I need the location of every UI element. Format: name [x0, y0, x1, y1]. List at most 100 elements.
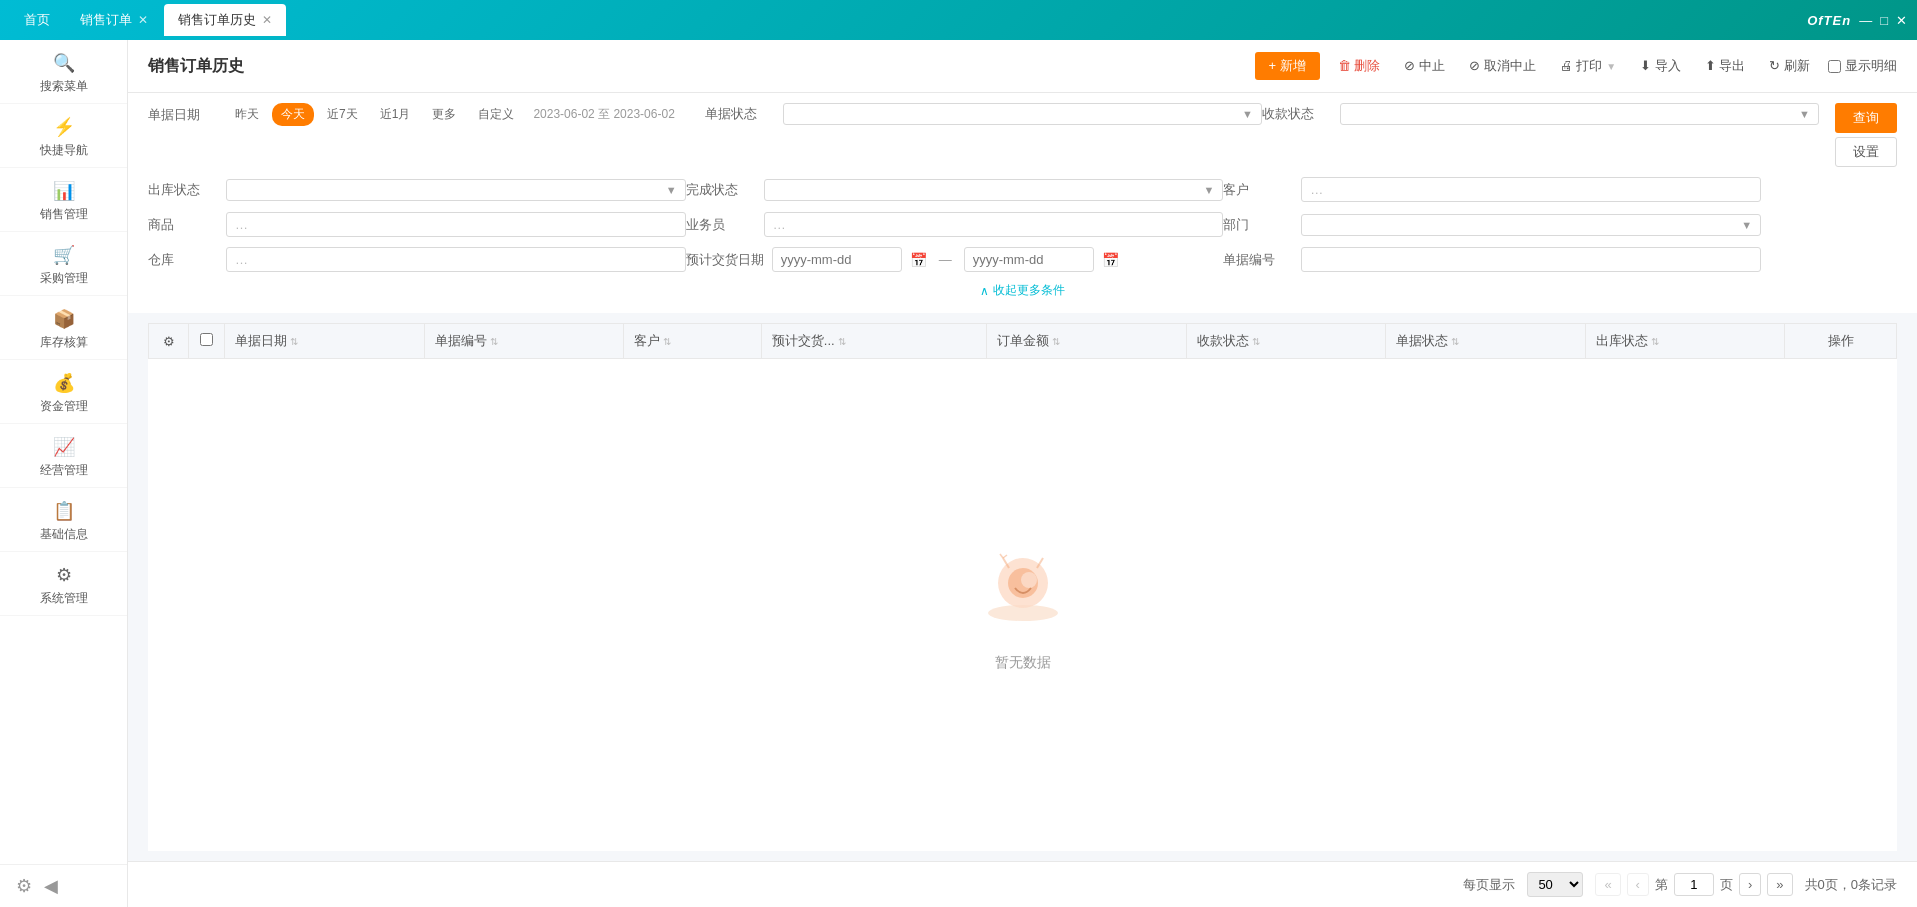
sidebar-item-purchase[interactable]: 🛒 采购管理	[0, 232, 127, 296]
delivery-date-label: 预计交货日期	[686, 251, 764, 269]
sidebar-item-quick-nav[interactable]: ⚡ 快捷导航	[0, 104, 127, 168]
minimize-button[interactable]: —	[1859, 13, 1872, 28]
tab-home[interactable]: 首页	[10, 4, 64, 36]
page-title-row: 销售订单历史 + 新增 🗑 删除 ⊘ 中止 ⊘ 取消中止 🖨 打印 ▼ ⬇ 导入…	[148, 52, 1897, 80]
date-btn-custom[interactable]: 自定义	[469, 103, 523, 126]
settings-th-icon[interactable]: ⚙	[163, 334, 175, 349]
svg-line-7	[1000, 554, 1003, 558]
payment-status-select[interactable]: ▼	[1340, 103, 1819, 125]
th-no[interactable]: 单据编号⇅	[424, 324, 624, 359]
th-no-label: 单据编号	[435, 332, 487, 350]
sidebar-item-fund[interactable]: 💰 资金管理	[0, 360, 127, 424]
print-button[interactable]: 🖨 打印 ▼	[1554, 53, 1623, 79]
first-page-button[interactable]: «	[1595, 873, 1620, 896]
query-button[interactable]: 查询	[1835, 103, 1897, 133]
th-payment-status[interactable]: 收款状态⇅	[1186, 324, 1386, 359]
dept-select[interactable]: ▼	[1301, 214, 1761, 236]
sidebar-item-inventory[interactable]: 📦 库存核算	[0, 296, 127, 360]
sidebar-item-fund-label: 资金管理	[40, 398, 88, 415]
filter-area: 单据日期 昨天 今天 近7天 近1月 更多 自定义 2023-06-02 至 2…	[128, 93, 1917, 313]
th-actions-label: 操作	[1828, 333, 1854, 348]
close-window-button[interactable]: ✕	[1896, 13, 1907, 28]
th-date[interactable]: 单据日期⇅	[225, 324, 425, 359]
new-button[interactable]: + 新增	[1255, 52, 1320, 80]
salesperson-input[interactable]: …	[764, 212, 1224, 237]
date-btn-1month[interactable]: 近1月	[371, 103, 420, 126]
sidebar-item-search-menu[interactable]: 🔍 搜索菜单	[0, 40, 127, 104]
date-dash: —	[939, 252, 952, 267]
th-order-status[interactable]: 单据状态⇅	[1386, 324, 1586, 359]
sidebar-settings-icon[interactable]: ⚙	[16, 875, 32, 897]
setting-button[interactable]: 设置	[1835, 137, 1897, 167]
import-button[interactable]: ⬇ 导入	[1634, 53, 1687, 79]
tab-sales-order[interactable]: 销售订单 ✕	[66, 4, 162, 36]
status-label: 单据状态	[705, 105, 775, 123]
total-text: 共0页，0条记录	[1805, 876, 1897, 894]
complete-status-select[interactable]: ▼	[764, 179, 1224, 201]
tab-sales-order-close[interactable]: ✕	[138, 13, 148, 27]
th-payment-status-label: 收款状态	[1197, 332, 1249, 350]
sidebar-item-sales-label: 销售管理	[40, 206, 88, 223]
date-btn-yesterday[interactable]: 昨天	[226, 103, 268, 126]
display-detail-checkbox[interactable]: 显示明细	[1828, 57, 1897, 75]
next-page-button[interactable]: ›	[1739, 873, 1761, 896]
sidebar-item-operation-label: 经营管理	[40, 462, 88, 479]
page-footer: 每页显示 50 10 20 100 « ‹ 第 页 › » 共0页，0条记录	[128, 861, 1917, 907]
th-amount-label: 订单金额	[997, 332, 1049, 350]
delivery-date-to[interactable]	[964, 247, 1094, 272]
display-detail-input[interactable]	[1828, 60, 1841, 73]
sidebar-collapse-icon[interactable]: ◀	[44, 875, 58, 897]
delivery-date-from[interactable]	[772, 247, 902, 272]
warehouse-input[interactable]: …	[226, 247, 686, 272]
th-customer-label: 客户	[634, 332, 660, 350]
select-all-checkbox[interactable]	[200, 333, 213, 346]
delete-button[interactable]: 🗑 删除	[1332, 53, 1387, 79]
th-amount[interactable]: 订单金额⇅	[987, 324, 1187, 359]
goods-label: 商品	[148, 216, 218, 234]
checkbox-th[interactable]	[189, 324, 225, 359]
refresh-button[interactable]: ↻ 刷新	[1763, 53, 1816, 79]
sidebar-bottom: ⚙ ◀	[0, 864, 127, 907]
sidebar-item-system-label: 系统管理	[40, 590, 88, 607]
per-page-select[interactable]: 50 10 20 100	[1527, 872, 1583, 897]
sidebar-item-basic-label: 基础信息	[40, 526, 88, 543]
tab-sales-history-close[interactable]: ✕	[262, 13, 272, 27]
page-label-suffix: 页	[1720, 876, 1733, 894]
date-btn-7days[interactable]: 近7天	[318, 103, 367, 126]
prev-page-button[interactable]: ‹	[1627, 873, 1649, 896]
collapse-label: 收起更多条件	[993, 282, 1065, 299]
tab-sales-history[interactable]: 销售订单历史 ✕	[164, 4, 286, 36]
sidebar-item-system[interactable]: ⚙ 系统管理	[0, 552, 127, 616]
sidebar-item-operation[interactable]: 📈 经营管理	[0, 424, 127, 488]
last-page-button[interactable]: »	[1767, 873, 1792, 896]
collapse-row[interactable]: ∧ 收起更多条件	[148, 278, 1897, 303]
stop-button[interactable]: ⊘ 中止	[1398, 53, 1451, 79]
customer-input[interactable]: …	[1301, 177, 1761, 202]
order-no-input[interactable]	[1301, 247, 1761, 272]
sidebar-item-purchase-label: 采购管理	[40, 270, 88, 287]
th-customer[interactable]: 客户⇅	[624, 324, 762, 359]
sidebar: 🔍 搜索菜单 ⚡ 快捷导航 📊 销售管理 🛒 采购管理 📦 库存核算 💰 资金管…	[0, 40, 128, 907]
calendar-from-icon[interactable]: 📅	[910, 252, 927, 268]
settings-th[interactable]: ⚙	[149, 324, 189, 359]
empty-state: 暂无数据	[148, 359, 1897, 851]
sales-icon: 📊	[53, 180, 75, 202]
sidebar-item-sales[interactable]: 📊 销售管理	[0, 168, 127, 232]
page-input[interactable]	[1674, 873, 1714, 896]
table-area: ⚙ 单据日期⇅ 单据编号⇅ 客户⇅	[128, 313, 1917, 861]
th-delivery[interactable]: 预计交货...⇅	[761, 324, 986, 359]
basic-info-icon: 📋	[53, 500, 75, 522]
page-title: 销售订单历史	[148, 56, 244, 77]
sidebar-item-basic-info[interactable]: 📋 基础信息	[0, 488, 127, 552]
main-layout: 🔍 搜索菜单 ⚡ 快捷导航 📊 销售管理 🛒 采购管理 📦 库存核算 💰 资金管…	[0, 40, 1917, 907]
order-status-select[interactable]: ▼	[783, 103, 1262, 125]
date-btn-more[interactable]: 更多	[423, 103, 465, 126]
goods-input[interactable]: …	[226, 212, 686, 237]
maximize-button[interactable]: □	[1880, 13, 1888, 28]
date-btn-today[interactable]: 今天	[272, 103, 314, 126]
delivery-status-select[interactable]: ▼	[226, 179, 686, 201]
cancel-button[interactable]: ⊘ 取消中止	[1463, 53, 1542, 79]
export-button[interactable]: ⬆ 导出	[1699, 53, 1752, 79]
calendar-to-icon[interactable]: 📅	[1102, 252, 1119, 268]
th-delivery-status[interactable]: 出库状态⇅	[1585, 324, 1785, 359]
